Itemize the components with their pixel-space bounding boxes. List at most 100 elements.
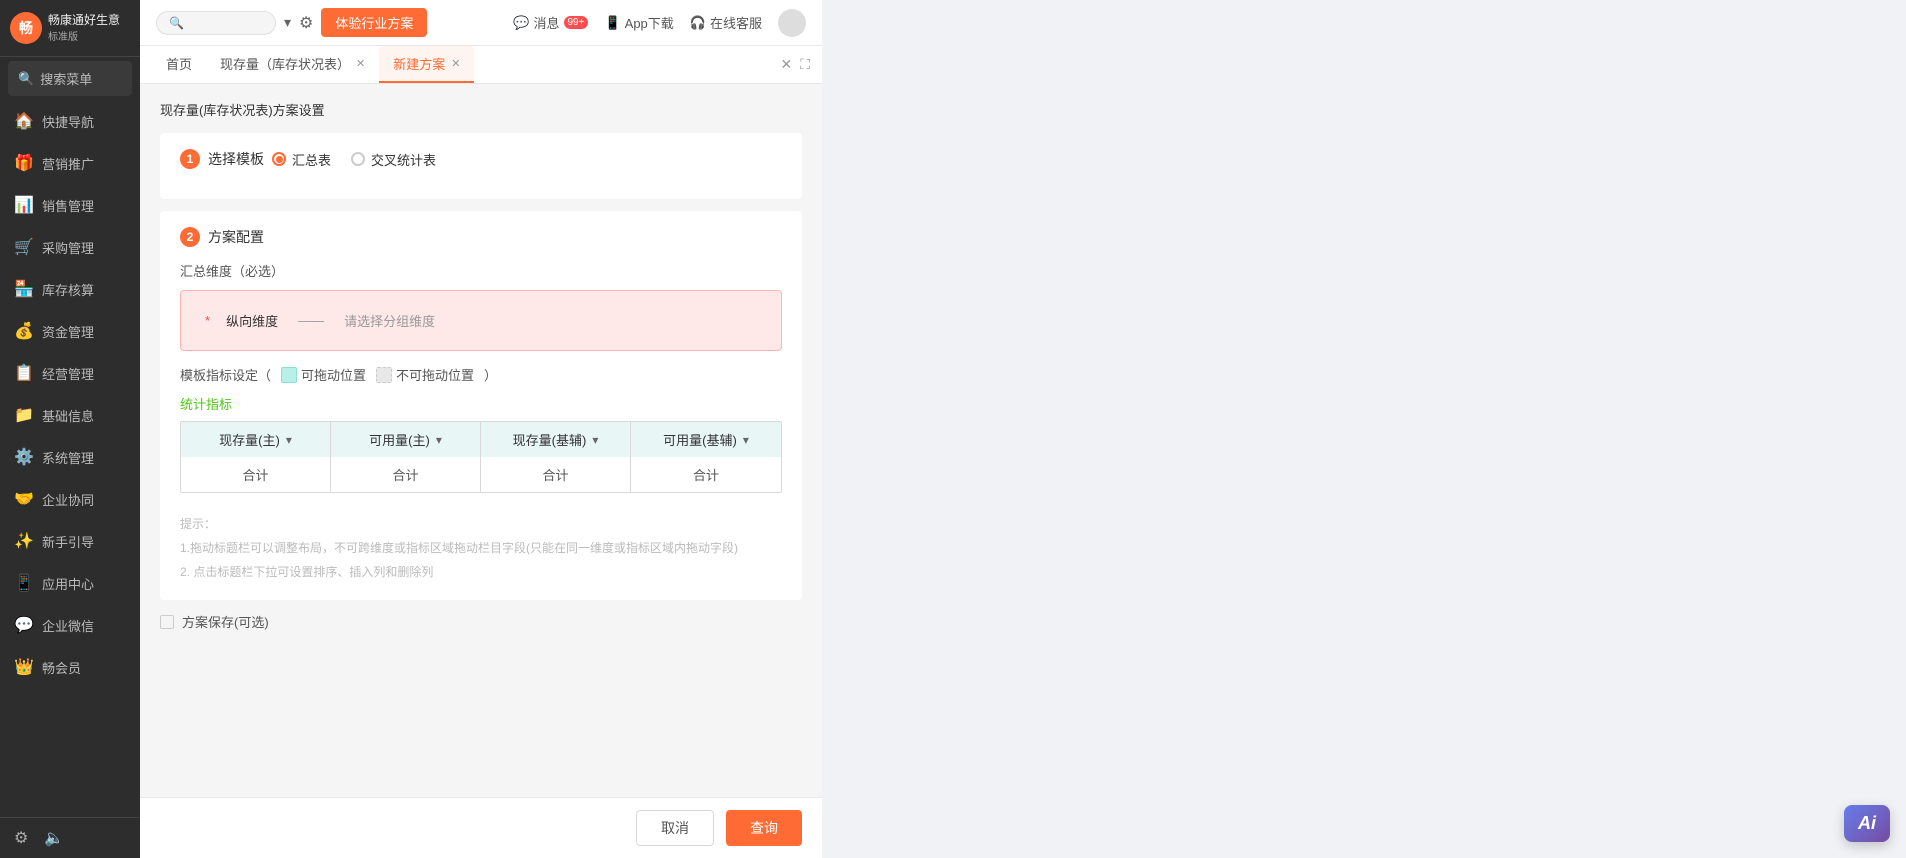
tab-close-all-icon[interactable]: ✕ — [780, 56, 792, 73]
tab-home-label: 首页 — [166, 54, 192, 73]
not-draggable-legend-box — [376, 367, 392, 383]
cell-available-aux: 合计 — [631, 457, 781, 492]
col-existing-aux-dropdown[interactable]: ▾ — [592, 433, 598, 447]
customer-service-btn[interactable]: 🎧 在线客服 — [690, 13, 762, 32]
col-available-aux-label: 可用量(基辅) — [663, 430, 737, 449]
marketing-icon: 🎁 — [14, 153, 34, 173]
message-icon: 💬 — [513, 15, 529, 31]
wechat-icon: 💬 — [14, 615, 34, 635]
message-btn[interactable]: 💬 消息 99+ — [513, 13, 588, 32]
save-checkbox[interactable] — [160, 615, 174, 629]
user-avatar[interactable] — [778, 9, 806, 37]
col-available-aux-dropdown[interactable]: ▾ — [743, 433, 749, 447]
sidebar-item-wechat[interactable]: 💬 企业微信 — [0, 604, 140, 646]
sidebar-item-inventory[interactable]: 🏪 库存核算 — [0, 268, 140, 310]
app-edition: 标准版 — [48, 28, 120, 43]
topbar-dropdown-icon[interactable]: ▾ — [284, 14, 291, 31]
col-existing-main-dropdown[interactable]: ▾ — [286, 433, 292, 447]
sidebar-item-basic[interactable]: 📁 基础信息 — [0, 394, 140, 436]
tab-expand-icon[interactable]: ⛶ — [800, 56, 810, 73]
sidebar-item-label: 采购管理 — [42, 238, 94, 257]
dimension-separator: —— — [298, 313, 324, 328]
tips-title: 提示： — [180, 512, 782, 536]
dimension-row: * 纵向维度 —— 请选择分组维度 — [205, 311, 757, 330]
sidebar-item-purchase[interactable]: 🛒 采购管理 — [0, 226, 140, 268]
ai-badge[interactable]: Ai — [1844, 805, 1890, 842]
draggable-legend-label: 可拖动位置 — [301, 365, 366, 384]
content-area: 现存量(库存状况表)方案设置 1 选择模板 汇总表 — [140, 84, 822, 797]
sidebar-item-marketing[interactable]: 🎁 营销推广 — [0, 142, 140, 184]
page-title: 现存量(库存状况表)方案设置 — [160, 100, 802, 119]
query-button[interactable]: 查询 — [726, 810, 802, 846]
cell-existing-main: 合计 — [181, 457, 331, 492]
sidebar-item-label: 经营管理 — [42, 364, 94, 383]
draggable-legend-box — [281, 367, 297, 383]
tab-inventory-close[interactable]: ✕ — [356, 57, 365, 70]
topbar-gear-icon[interactable]: ⚙ — [299, 13, 313, 33]
col-existing-main-label: 现存量(主) — [219, 430, 280, 449]
col-existing-main[interactable]: 现存量(主) ▾ — [181, 422, 331, 457]
tips-area: 提示： 1.拖动标题栏可以调整布局，不可跨维度或指标区域拖动栏目字段(只能在同一… — [180, 512, 782, 584]
sidebar-item-label: 资金管理 — [42, 322, 94, 341]
app-download-label: App下载 — [625, 13, 674, 32]
radio-cross-label: 交叉统计表 — [371, 150, 436, 169]
col-available-aux[interactable]: 可用量(基辅) ▾ — [631, 422, 781, 457]
sidebar-item-guide[interactable]: ✨ 新手引导 — [0, 520, 140, 562]
section-choose-template: 1 选择模板 汇总表 交叉统计表 — [160, 133, 802, 199]
speaker-footer-icon[interactable]: 🔈 — [44, 828, 64, 848]
sidebar-item-apps[interactable]: 📱 应用中心 — [0, 562, 140, 604]
app-download-btn[interactable]: 📱 App下载 — [604, 13, 673, 32]
tip-2: 2. 点击标题栏下拉可设置排序、插入列和删除列 — [180, 560, 782, 584]
sidebar-item-label: 销售管理 — [42, 196, 94, 215]
settings-footer-icon[interactable]: ⚙ — [14, 828, 28, 848]
sidebar-item-label: 库存核算 — [42, 280, 94, 299]
sidebar-item-label: 应用中心 — [42, 574, 94, 593]
col-available-main[interactable]: 可用量(主) ▾ — [331, 422, 481, 457]
sidebar-item-sales[interactable]: 📊 销售管理 — [0, 184, 140, 226]
sidebar-item-system[interactable]: ⚙️ 系统管理 — [0, 436, 140, 478]
step1-badge: 1 — [180, 149, 200, 169]
tab-new-plan[interactable]: 新建方案 ✕ — [379, 46, 474, 83]
radio-summary[interactable]: 汇总表 — [272, 150, 331, 169]
step2-badge: 2 — [180, 227, 200, 247]
topbar-search-icon: 🔍 — [169, 16, 184, 30]
section-plan-config: 2 方案配置 汇总维度（必选） * 纵向维度 —— 请选择分组维度 模板指 — [160, 211, 802, 600]
col-existing-aux[interactable]: 现存量(基辅) ▾ — [481, 422, 631, 457]
tab-home[interactable]: 首页 — [152, 46, 206, 83]
topbar: 🔍 ▾ ⚙ 体验行业方案 💬 消息 99+ 📱 App下载 🎧 — [140, 0, 822, 46]
section1-header: 1 选择模板 汇总表 交叉统计表 — [180, 149, 782, 169]
cell-existing-aux: 合计 — [481, 457, 631, 492]
main-area: 🔍 ▾ ⚙ 体验行业方案 💬 消息 99+ 📱 App下载 🎧 — [140, 0, 822, 858]
topbar-search-box[interactable]: 🔍 — [156, 11, 276, 35]
sidebar-item-label: 基础信息 — [42, 406, 94, 425]
topbar-right: 💬 消息 99+ 📱 App下载 🎧 在线客服 — [513, 9, 806, 37]
sidebar-item-quick-nav[interactable]: 🏠 快捷导航 — [0, 100, 140, 142]
sidebar-item-member[interactable]: 👑 畅会员 — [0, 646, 140, 688]
sidebar-item-cooperation[interactable]: 🤝 企业协同 — [0, 478, 140, 520]
sales-icon: 📊 — [14, 195, 34, 215]
customer-service-label: 在线客服 — [710, 13, 762, 32]
radio-summary-label: 汇总表 — [292, 150, 331, 169]
app-icon: 畅 — [10, 12, 42, 44]
stats-label: 统计指标 — [180, 394, 782, 413]
radio-cross[interactable]: 交叉统计表 — [351, 150, 436, 169]
dimension-area[interactable]: * 纵向维度 —— 请选择分组维度 — [180, 290, 782, 351]
sidebar-item-finance[interactable]: 💰 资金管理 — [0, 310, 140, 352]
dimension-label: 汇总维度（必选） — [180, 261, 782, 280]
system-icon: ⚙️ — [14, 447, 34, 467]
search-icon: 🔍 — [18, 71, 34, 87]
step2-label: 方案配置 — [208, 227, 264, 247]
stats-table-body: 合计 合计 合计 合计 — [181, 457, 781, 492]
sidebar-search[interactable]: 🔍 搜索菜单 — [8, 61, 132, 96]
tab-new-plan-close[interactable]: ✕ — [451, 57, 460, 70]
sidebar-item-business[interactable]: 📋 经营管理 — [0, 352, 140, 394]
indicator-settings: 模板指标设定（ 可拖动位置 不可拖动位置 ） — [180, 365, 782, 384]
sidebar-footer: ⚙ 🔈 — [0, 817, 140, 858]
stats-table: 现存量(主) ▾ 可用量(主) ▾ 现存量(基辅) ▾ — [180, 421, 782, 493]
tab-inventory-status[interactable]: 现存量（库存状况表） ✕ — [206, 46, 379, 83]
col-available-main-dropdown[interactable]: ▾ — [436, 433, 442, 447]
cancel-button[interactable]: 取消 — [636, 810, 714, 846]
trial-btn[interactable]: 体验行业方案 — [321, 8, 427, 37]
finance-icon: 💰 — [14, 321, 34, 341]
basic-icon: 📁 — [14, 405, 34, 425]
